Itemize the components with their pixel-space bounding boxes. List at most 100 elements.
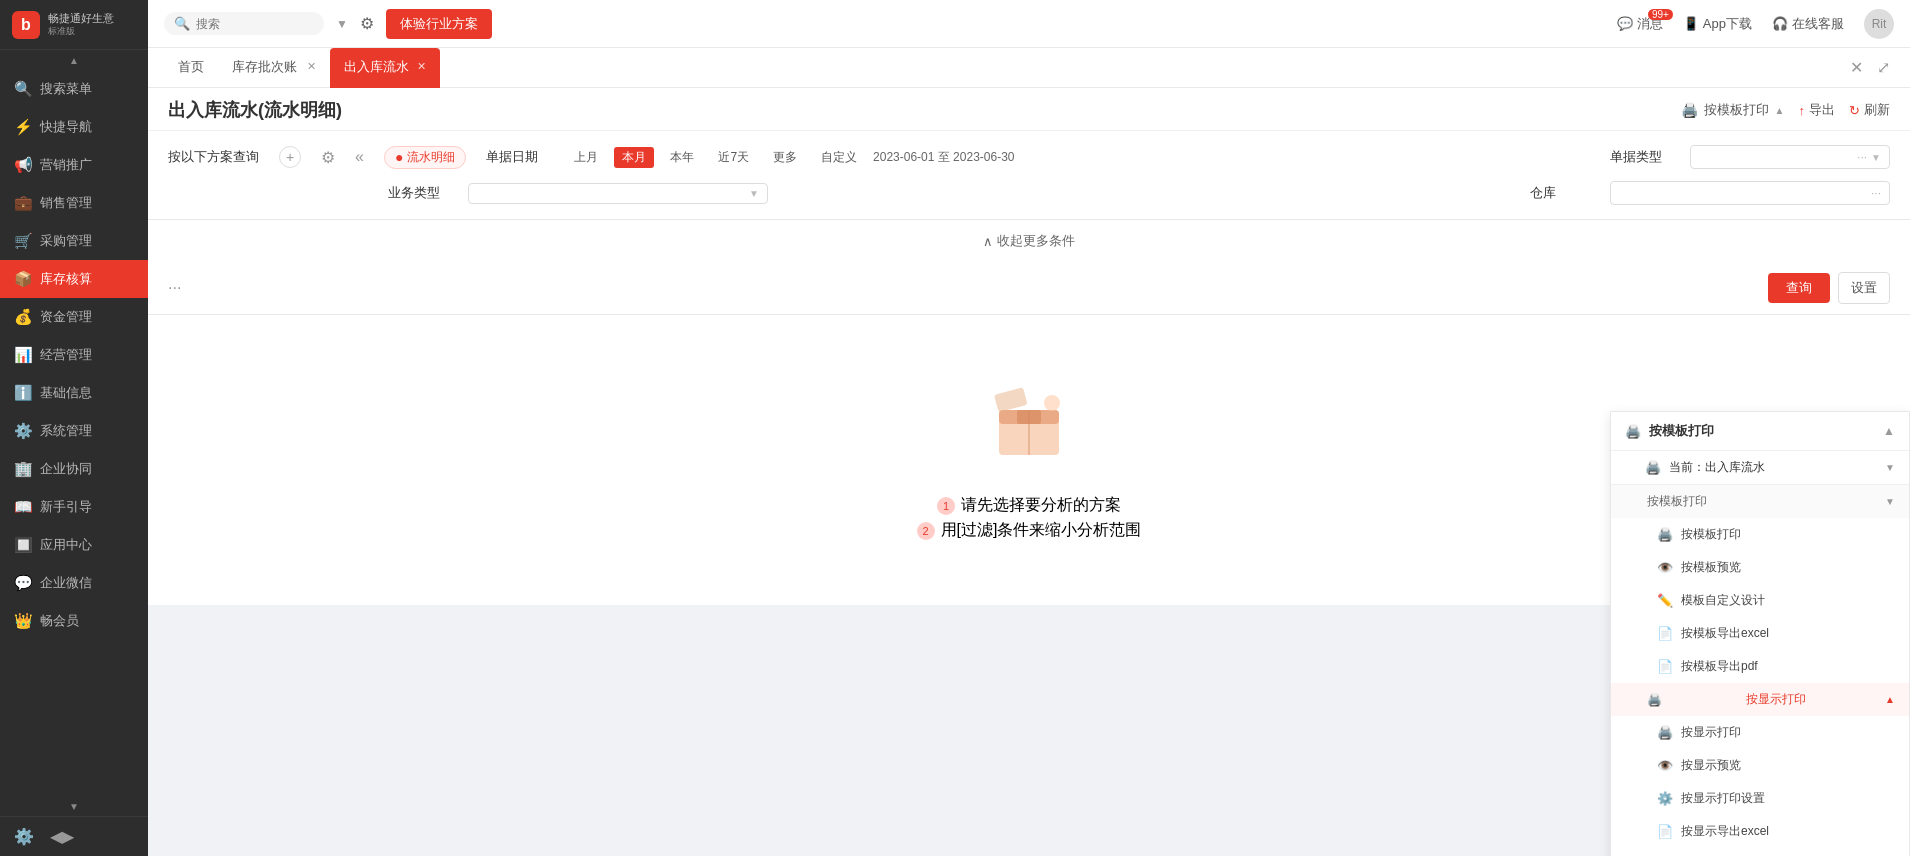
sidebar-item-inventory[interactable]: 📦 库存核算 (0, 260, 148, 298)
date-current-month[interactable]: 本月 (614, 147, 654, 168)
query-button[interactable]: 查询 (1768, 273, 1830, 303)
print-settings-icon: ⚙️ (1657, 791, 1673, 806)
toolbar-left: ··· (168, 279, 181, 297)
sidebar-item-basic-info[interactable]: ℹ️ 基础信息 (0, 374, 148, 412)
sidebar-item-label: 企业微信 (40, 574, 92, 592)
message-badge: 99+ (1648, 9, 1673, 20)
topbar-dropdown-icon[interactable]: ▼ (336, 17, 348, 31)
sidebar-item-label: 畅会员 (40, 612, 79, 630)
sidebar-item-label: 资金管理 (40, 308, 92, 326)
dropdown-item-display-preview[interactable]: 👁️ 按显示预览 (1611, 749, 1909, 782)
dropdown-item-display-export-pdf[interactable]: 📄 按显示导出pdf (1611, 848, 1909, 856)
dropdown-item-template-export-pdf[interactable]: 📄 按模板导出pdf (1611, 650, 1909, 683)
sidebar-item-search[interactable]: 🔍 搜索菜单 (0, 70, 148, 108)
operation-icon: 📊 (14, 346, 32, 364)
filter-collapse-icon[interactable]: « (355, 148, 364, 166)
warehouse-select[interactable]: ··· (1610, 181, 1890, 205)
dropdown-item-template-print[interactable]: 🖨️ 按模板打印 (1611, 518, 1909, 551)
print-icon: 🖨️ (1657, 527, 1673, 542)
date-custom[interactable]: 自定义 (813, 147, 865, 168)
dropdown-item-template-preview[interactable]: 👁️ 按模板预览 (1611, 551, 1909, 584)
print-dropdown-panel: 🖨️ 按模板打印 ▲ 🖨️ 当前：出入库流水 ▼ 按模板打印 ▼ (1610, 411, 1910, 856)
settings-button[interactable]: 设置 (1838, 272, 1890, 304)
page-title-row: 出入库流水(流水明细) 🖨️ 按模板打印 ▲ ↑ 导出 ↻ 刷新 (148, 88, 1910, 131)
tab-batch-account-close[interactable]: ✕ (307, 60, 316, 73)
close-window-icon[interactable]: ✕ (1850, 58, 1863, 77)
tab-inout-flow[interactable]: 出入库流水 ✕ (330, 48, 440, 88)
warehouse-more-icon[interactable]: ··· (1871, 186, 1881, 200)
sidebar-item-label: 快捷导航 (40, 118, 92, 136)
sidebar-item-marketing[interactable]: 📢 营销推广 (0, 146, 148, 184)
online-service-btn[interactable]: 🎧 在线客服 (1772, 15, 1844, 33)
date-more[interactable]: 更多 (765, 147, 805, 168)
user-avatar[interactable]: Rit (1864, 9, 1894, 39)
sidebar-item-finance[interactable]: 💰 资金管理 (0, 298, 148, 336)
template-print-section-label: 按模板打印 (1647, 493, 1707, 510)
sidebar-item-label: 库存核算 (40, 270, 92, 288)
sidebar-item-label: 销售管理 (40, 194, 92, 212)
current-dropdown-arrow[interactable]: ▼ (1885, 462, 1895, 473)
tabs-right-controls: ✕ ⤢ (1850, 58, 1894, 77)
date-last-month[interactable]: 上月 (566, 147, 606, 168)
settings-icon[interactable]: ⚙️ (14, 827, 34, 846)
sidebar-item-guide[interactable]: 📖 新手引导 (0, 488, 148, 526)
filter-chip-liushui[interactable]: ● 流水明细 (384, 146, 466, 169)
tab-inout-flow-close[interactable]: ✕ (417, 60, 426, 73)
collapse-sidebar-icon[interactable]: ◀▶ (50, 827, 74, 846)
expand-window-icon[interactable]: ⤢ (1877, 58, 1890, 77)
main-area: 1 请先选择要分析的方案 2 用[过滤]条件来缩小分析范围 🖨️ 按模板打印 ▲ (148, 315, 1910, 856)
business-type-select[interactable]: ▼ (468, 183, 768, 204)
sidebar-item-app-center[interactable]: 🔲 应用中心 (0, 526, 148, 564)
current-template-row: 🖨️ 当前：出入库流水 ▼ (1611, 451, 1909, 485)
collapse-more-btn[interactable]: ∧ 收起更多条件 (971, 228, 1087, 254)
date-7days[interactable]: 近7天 (710, 147, 757, 168)
date-filter-controls: 上月 本月 本年 近7天 更多 自定义 2023-06-01 至 2023-06… (566, 147, 1014, 168)
print-dropdown-btn[interactable]: 🖨️ 按模板打印 ▲ (1681, 101, 1785, 119)
app-download-btn[interactable]: 📱 App下载 (1683, 15, 1752, 33)
display-print-section-header[interactable]: 🖨️ 按显示打印 ▲ (1611, 683, 1909, 716)
dropdown-item-template-export-excel[interactable]: 📄 按模板导出excel (1611, 617, 1909, 650)
sidebar-item-system[interactable]: ⚙️ 系统管理 (0, 412, 148, 450)
dropdown-collapse-btn[interactable]: ▲ (1883, 424, 1895, 438)
toolbar-more-icon[interactable]: ··· (168, 279, 181, 297)
bill-type-select[interactable]: ··· ▼ (1690, 145, 1890, 169)
bill-type-more-icon[interactable]: ··· (1857, 150, 1867, 164)
filter-add-btn[interactable]: + (279, 146, 301, 168)
dropdown-item-template-custom[interactable]: ✏️ 模板自定义设计 (1611, 584, 1909, 617)
template-print-section-header[interactable]: 按模板打印 ▼ (1611, 485, 1909, 518)
dropdown-item-label: 按显示预览 (1681, 757, 1741, 774)
trial-btn[interactable]: 体验行业方案 (386, 9, 492, 39)
topbar-gear-icon[interactable]: ⚙ (360, 14, 374, 33)
refresh-btn[interactable]: ↻ 刷新 (1849, 101, 1890, 119)
template-section-collapse-arrow[interactable]: ▼ (1885, 496, 1895, 507)
sidebar-scroll-down[interactable]: ▼ (0, 796, 148, 816)
tab-home[interactable]: 首页 (164, 48, 218, 88)
display-excel-icon: 📄 (1657, 824, 1673, 839)
sidebar-item-purchase[interactable]: 🛒 采购管理 (0, 222, 148, 260)
filter-gear-btn[interactable]: ⚙ (321, 148, 335, 167)
sidebar-item-label: 搜索菜单 (40, 80, 92, 98)
finance-icon: 💰 (14, 308, 32, 326)
sidebar-item-wechat[interactable]: 💬 企业微信 (0, 564, 148, 602)
collapse-row: ∧ 收起更多条件 (148, 220, 1910, 262)
sidebar-scroll-up[interactable]: ▲ (0, 50, 148, 70)
tab-batch-account[interactable]: 库存批次账 ✕ (218, 48, 330, 88)
sidebar-item-member[interactable]: 👑 畅会员 (0, 602, 148, 640)
date-current-year[interactable]: 本年 (662, 147, 702, 168)
sidebar-item-label: 应用中心 (40, 536, 92, 554)
sidebar-item-sales[interactable]: 💼 销售管理 (0, 184, 148, 222)
sidebar-item-operation[interactable]: 📊 经营管理 (0, 336, 148, 374)
sidebar-item-quick-nav[interactable]: ⚡ 快捷导航 (0, 108, 148, 146)
search-input[interactable] (196, 17, 296, 31)
dropdown-item-display-print-settings[interactable]: ⚙️ 按显示打印设置 (1611, 782, 1909, 815)
export-btn[interactable]: ↑ 导出 (1799, 101, 1836, 119)
message-btn[interactable]: 💬 消息 99+ (1617, 15, 1663, 33)
dropdown-header: 🖨️ 按模板打印 ▲ (1611, 412, 1909, 451)
sidebar-item-enterprise[interactable]: 🏢 企业协同 (0, 450, 148, 488)
display-section-collapse-arrow[interactable]: ▲ (1885, 694, 1895, 705)
topbar-search-box[interactable]: 🔍 (164, 12, 324, 35)
chevron-up-icon: ∧ (983, 234, 993, 249)
dropdown-item-display-export-excel[interactable]: 📄 按显示导出excel (1611, 815, 1909, 848)
date-label: 单据日期 (486, 148, 546, 166)
dropdown-item-display-print[interactable]: 🖨️ 按显示打印 (1611, 716, 1909, 749)
